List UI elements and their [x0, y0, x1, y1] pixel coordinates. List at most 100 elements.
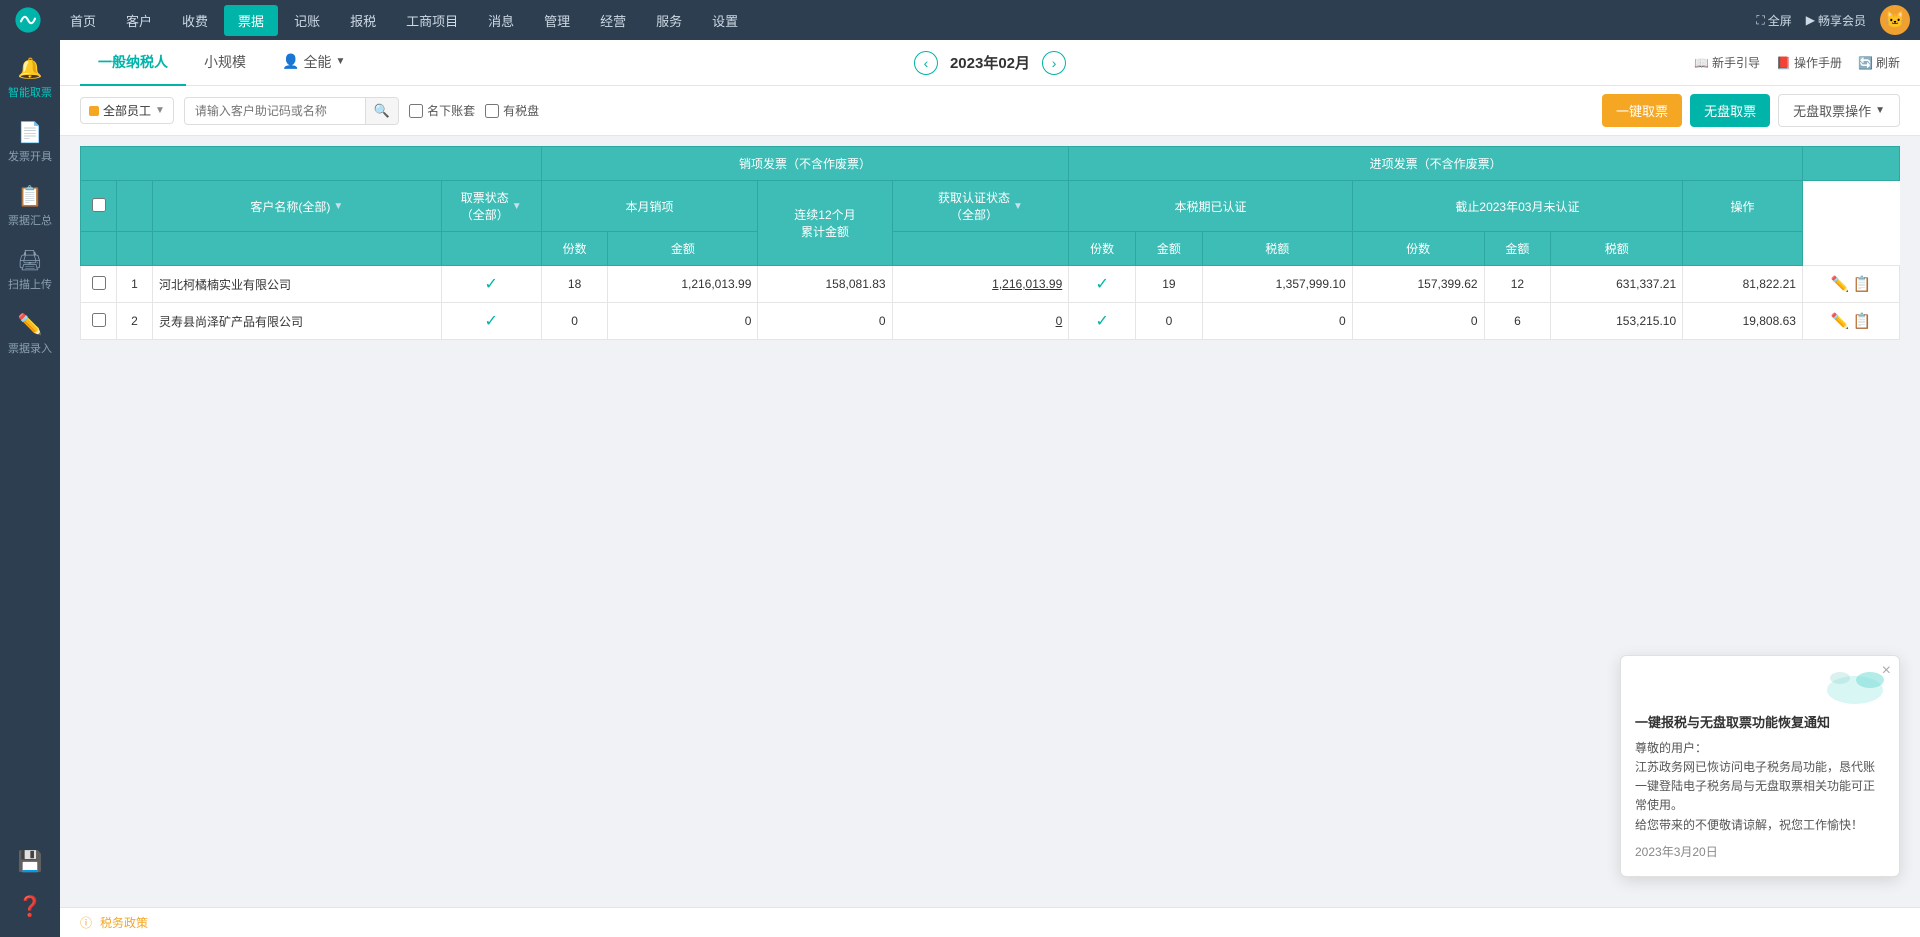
- tab-general-taxpayer[interactable]: 一般纳税人: [80, 40, 186, 86]
- policy-link[interactable]: 税务政策: [100, 914, 148, 931]
- sidebar-item-ticket-summary-label: 票据汇总: [8, 212, 52, 228]
- smart-ticket-icon: 🔔: [18, 56, 43, 81]
- checkbox-own-account-input[interactable]: [409, 104, 423, 118]
- sidebar-item-download[interactable]: 💾: [4, 841, 56, 882]
- sidebar-bottom: 💾 ❓: [4, 841, 56, 937]
- edit-icon[interactable]: ✏️: [1831, 276, 1850, 293]
- next-month-button[interactable]: ›: [1042, 51, 1066, 75]
- nav-fee[interactable]: 收费: [168, 5, 222, 36]
- nav-message[interactable]: 消息: [474, 5, 528, 36]
- th-company-name: 客户名称(全部) ▼: [153, 181, 442, 232]
- nav-ticket[interactable]: 票据: [224, 5, 278, 36]
- row-sale-amount: 0: [608, 303, 758, 340]
- row-actions: ✏️ 📋: [1802, 303, 1899, 340]
- download-icon: 💾: [18, 849, 43, 874]
- employee-select[interactable]: 全部员工 ▼: [80, 97, 174, 124]
- row-checkbox[interactable]: [81, 303, 117, 340]
- logo: [10, 2, 46, 38]
- search-button[interactable]: 🔍: [365, 98, 398, 124]
- avatar[interactable]: 🐱: [1880, 5, 1910, 35]
- table-body: 1 河北柯橘楠实业有限公司 ✓ 18 1,216,013.99 158,081.…: [81, 266, 1900, 340]
- cert-status-filter-icon[interactable]: ▼: [1013, 201, 1023, 212]
- chevron-down-icon[interactable]: ▼: [335, 56, 345, 67]
- tab-row: 一般纳税人 小规模 👤 全能 ▼ ‹ 2023年02月 › 📖 新手引导 📕: [60, 40, 1920, 86]
- checkbox-own-account[interactable]: 名下账套: [409, 102, 475, 119]
- row-cert-count: 0: [1136, 303, 1203, 340]
- th-cert-tax: 税额: [1202, 232, 1352, 266]
- nav-home[interactable]: 首页: [56, 5, 110, 36]
- th-uncert-tax: 税额: [1551, 232, 1683, 266]
- fullscreen-action[interactable]: ⛶ 全屏: [1756, 12, 1791, 29]
- one-click-ticket-button[interactable]: 一键取票: [1602, 94, 1682, 127]
- row-checkbox[interactable]: [81, 266, 117, 303]
- sidebar-item-smart-ticket[interactable]: 🔔 智能取票: [4, 48, 56, 108]
- cumulative-link[interactable]: 0: [1056, 314, 1063, 328]
- sidebar-item-scan-upload[interactable]: 🖨 扫描上传: [4, 240, 56, 300]
- nav-manage[interactable]: 管理: [530, 5, 584, 36]
- no-disk-ops-button[interactable]: 无盘取票操作 ▼: [1778, 94, 1900, 127]
- notification-decoration: [1825, 670, 1885, 705]
- invoice-open-icon: 📄: [18, 120, 43, 145]
- nav-operation[interactable]: 经营: [586, 5, 640, 36]
- notification-greeting: 尊敬的用户：: [1635, 739, 1885, 758]
- company-filter-icon[interactable]: ▼: [333, 201, 343, 212]
- th-uncert-count: 份数: [1352, 232, 1484, 266]
- th-sales-invoice: 销项发票（不含作废票）: [541, 147, 1069, 181]
- th-sale-amount: 金额: [608, 232, 758, 266]
- prev-month-button[interactable]: ‹: [914, 51, 938, 75]
- new-guide-action[interactable]: 📖 新手引导: [1694, 54, 1760, 71]
- th-ticket-status: 取票状态（全部） ▼: [441, 181, 541, 232]
- checkbox-own-account-label: 名下账套: [427, 102, 475, 119]
- detail-icon[interactable]: 📋: [1853, 276, 1872, 293]
- nav-customer[interactable]: 客户: [112, 5, 166, 36]
- row-cert-amount: 1,357,999.10: [1202, 266, 1352, 303]
- nav-business[interactable]: 工商项目: [392, 5, 472, 36]
- sidebar-item-ticket-summary[interactable]: 📋 票据汇总: [4, 176, 56, 236]
- fullscreen-icon: ⛶: [1756, 13, 1764, 28]
- play-icon: ▶: [1806, 13, 1815, 27]
- checkbox-tax-disk-input[interactable]: [485, 104, 499, 118]
- th-cert-amount: 金额: [1136, 232, 1203, 266]
- th-company2: [153, 232, 442, 266]
- detail-icon[interactable]: 📋: [1853, 313, 1872, 330]
- checkbox-tax-disk[interactable]: 有税盘: [485, 102, 539, 119]
- row-cumulative: 0: [892, 303, 1069, 340]
- status-bar: ⓘ 税务政策: [60, 907, 1920, 937]
- month-navigation: ‹ 2023年02月 ›: [914, 51, 1066, 75]
- select-all-checkbox[interactable]: [92, 198, 106, 212]
- ticket-status-filter-icon[interactable]: ▼: [512, 201, 522, 212]
- notification-close-button[interactable]: ×: [1882, 662, 1891, 680]
- row-cert-tax: 157,399.62: [1352, 266, 1484, 303]
- row-status: ✓: [441, 266, 541, 303]
- tab-small-scale[interactable]: 小规模: [186, 40, 264, 86]
- manual-action[interactable]: 📕 操作手册: [1776, 54, 1842, 71]
- nav-tax[interactable]: 报税: [336, 5, 390, 36]
- search-input[interactable]: [185, 99, 365, 123]
- nav-accounting[interactable]: 记账: [280, 5, 334, 36]
- refresh-action[interactable]: 🔄 刷新: [1858, 54, 1900, 71]
- vip-action[interactable]: ▶ 畅享会员: [1806, 12, 1866, 29]
- cumulative-link[interactable]: 1,216,013.99: [992, 277, 1062, 291]
- nav-settings[interactable]: 设置: [698, 5, 752, 36]
- no-disk-ops-label: 无盘取票操作: [1793, 101, 1871, 120]
- search-box: 🔍: [184, 97, 399, 125]
- th-empty: [81, 147, 542, 181]
- table-row: 2 灵寿县尚泽矿产品有限公司 ✓ 0 0 0 0 ✓ 0 0 0 6 153,2…: [81, 303, 1900, 340]
- th-uncert-amount: 金额: [1484, 232, 1551, 266]
- dropdown-icon: ▼: [1875, 105, 1885, 116]
- sidebar-item-invoice-open[interactable]: 📄 发票开具: [4, 112, 56, 172]
- notification-body: 尊敬的用户： 江苏政务网已恢访问电子税务局功能，恳代账一键登陆电子税务局与无盘取…: [1635, 739, 1885, 862]
- th-index: [117, 181, 153, 232]
- tab-all[interactable]: 👤 全能 ▼: [264, 40, 363, 86]
- table-row: 1 河北柯橘楠实业有限公司 ✓ 18 1,216,013.99 158,081.…: [81, 266, 1900, 303]
- sidebar-item-help[interactable]: ❓: [4, 886, 56, 927]
- nav-service[interactable]: 服务: [642, 5, 696, 36]
- row-cert-status: ✓: [1069, 303, 1136, 340]
- sidebar-item-ticket-entry[interactable]: ✏️ 票据录入: [4, 304, 56, 364]
- employee-dot: [89, 106, 99, 116]
- edit-icon[interactable]: ✏️: [1831, 313, 1850, 330]
- no-disk-ticket-button[interactable]: 无盘取票: [1690, 94, 1770, 127]
- status-check-icon: ✓: [485, 313, 498, 330]
- row-cert-count: 19: [1136, 266, 1203, 303]
- row-uncert-tax: 19,808.63: [1683, 303, 1803, 340]
